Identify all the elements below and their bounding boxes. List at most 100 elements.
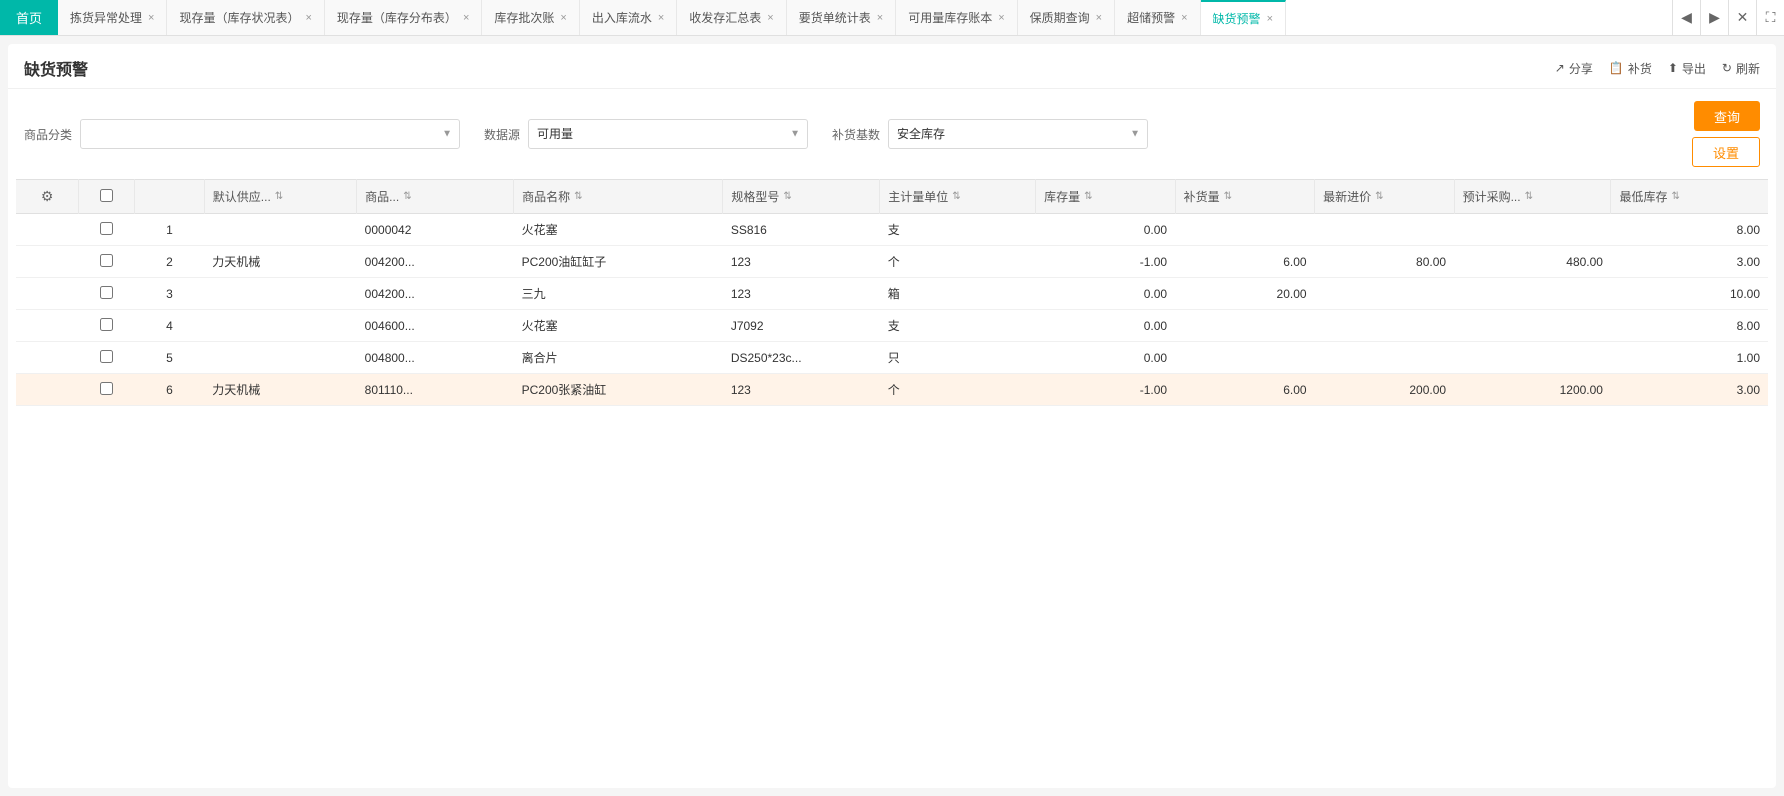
row-checkbox[interactable] <box>100 286 113 299</box>
th-estimated-purchase[interactable]: 预计采购... ⇅ <box>1454 180 1611 214</box>
th-name[interactable]: 商品名称 ⇅ <box>514 180 723 214</box>
close-icon[interactable]: × <box>877 12 883 24</box>
tab-shortage[interactable]: 缺货预警 × <box>1201 0 1286 36</box>
table-body: 1 0000042 火花塞 SS816 支 0.00 8.00 2 力天机械 0… <box>16 214 1768 406</box>
tab-inventory-status[interactable]: 现存量（库存状况表） × <box>167 0 324 36</box>
sort-icon: ⇅ <box>1224 191 1232 202</box>
row-code: 004600... <box>357 310 514 342</box>
row-supplier <box>204 278 356 310</box>
tab-close-all-button[interactable]: ✕ <box>1728 0 1756 36</box>
row-code: 0000042 <box>357 214 514 246</box>
row-unit: 支 <box>880 214 1036 246</box>
row-checkbox[interactable] <box>100 222 113 235</box>
query-button[interactable]: 查询 <box>1694 101 1760 131</box>
row-unit: 个 <box>880 374 1036 406</box>
data-source-select[interactable]: 可用量 库存量 <box>528 119 808 149</box>
tab-shortage-label: 缺货预警 <box>1213 10 1261 27</box>
row-spec: DS250*23c... <box>723 342 880 374</box>
row-check-cell[interactable] <box>79 310 135 342</box>
row-latest-price: 200.00 <box>1315 374 1454 406</box>
th-spec-label: 规格型号 <box>731 188 779 205</box>
th-replenish[interactable]: 补货量 ⇅ <box>1175 180 1314 214</box>
row-settings-cell <box>16 342 79 374</box>
row-min-stock: 8.00 <box>1611 310 1768 342</box>
th-code[interactable]: 商品... ⇅ <box>357 180 514 214</box>
tab-batch[interactable]: 库存批次账 × <box>482 0 579 36</box>
row-check-cell[interactable] <box>79 278 135 310</box>
tab-order-stats[interactable]: 要货单统计表 × <box>787 0 896 36</box>
th-latest-price[interactable]: 最新进价 ⇅ <box>1315 180 1454 214</box>
data-table: ⚙ 默认供应... ⇅ 商品... <box>16 179 1768 406</box>
row-replenish <box>1175 310 1314 342</box>
replenish-action[interactable]: 📋 补货 <box>1609 60 1652 77</box>
tab-inventory-status-label: 现存量（库存状况表） <box>179 9 299 26</box>
product-category-select[interactable] <box>80 119 460 149</box>
tab-fullscreen-button[interactable]: ⛶ <box>1756 0 1784 36</box>
table-row: 3 004200... 三九 123 箱 0.00 20.00 10.00 <box>16 278 1768 310</box>
row-supplier <box>204 342 356 374</box>
check-all-checkbox[interactable] <box>100 189 113 202</box>
row-check-cell[interactable] <box>79 214 135 246</box>
row-name: PC200张紧油缸 <box>514 374 723 406</box>
tab-prev-button[interactable]: ◀ <box>1672 0 1700 36</box>
row-supplier: 力天机械 <box>204 374 356 406</box>
tab-overstock[interactable]: 超储预警 × <box>1115 0 1200 36</box>
row-check-cell[interactable] <box>79 342 135 374</box>
tab-recv-summary-label: 收发存汇总表 <box>689 9 761 26</box>
replenish-base-select[interactable]: 安全库存 最低库存 <box>888 119 1148 149</box>
row-replenish <box>1175 342 1314 374</box>
header-actions: ↗ 分享 📋 补货 ⬆ 导出 ↻ 刷新 <box>1555 60 1760 77</box>
row-checkbox[interactable] <box>100 350 113 363</box>
gear-icon[interactable]: ⚙ <box>41 188 54 204</box>
row-checkbox[interactable] <box>100 382 113 395</box>
th-spec[interactable]: 规格型号 ⇅ <box>723 180 880 214</box>
close-icon[interactable]: × <box>463 12 469 24</box>
close-icon[interactable]: × <box>1096 12 1102 24</box>
row-min-stock: 3.00 <box>1611 374 1768 406</box>
row-stock: 0.00 <box>1036 214 1175 246</box>
th-estimated-purchase-label: 预计采购... <box>1463 188 1521 205</box>
th-unit-label: 主计量单位 <box>888 188 948 205</box>
close-icon[interactable]: × <box>148 12 154 24</box>
row-checkbox[interactable] <box>100 254 113 267</box>
row-estimated-purchase: 1200.00 <box>1454 374 1611 406</box>
row-replenish: 6.00 <box>1175 246 1314 278</box>
row-check-cell[interactable] <box>79 246 135 278</box>
row-checkbox[interactable] <box>100 318 113 331</box>
close-icon[interactable]: × <box>658 12 664 24</box>
row-spec: SS816 <box>723 214 880 246</box>
product-category-filter: 商品分类 <box>24 119 460 149</box>
tab-recv-summary[interactable]: 收发存汇总表 × <box>677 0 786 36</box>
close-icon[interactable]: × <box>1267 13 1273 25</box>
tab-home[interactable]: 首页 <box>0 0 58 36</box>
th-stock[interactable]: 库存量 ⇅ <box>1036 180 1175 214</box>
close-icon[interactable]: × <box>1181 12 1187 24</box>
th-settings[interactable]: ⚙ <box>16 180 79 214</box>
row-spec: 123 <box>723 374 880 406</box>
export-action[interactable]: ⬆ 导出 <box>1668 60 1706 77</box>
th-min-stock[interactable]: 最低库存 ⇅ <box>1611 180 1768 214</box>
row-estimated-purchase <box>1454 278 1611 310</box>
close-icon[interactable]: × <box>560 12 566 24</box>
tab-expiry[interactable]: 保质期查询 × <box>1018 0 1115 36</box>
tab-inout-flow[interactable]: 出入库流水 × <box>580 0 677 36</box>
tab-next-button[interactable]: ▶ <box>1700 0 1728 36</box>
th-supplier[interactable]: 默认供应... ⇅ <box>204 180 356 214</box>
share-action[interactable]: ↗ 分享 <box>1555 60 1593 77</box>
filter-area: 商品分类 数据源 可用量 库存量 补货基数 安全库存 <box>8 89 1776 179</box>
th-unit[interactable]: 主计量单位 ⇅ <box>880 180 1036 214</box>
close-icon[interactable]: × <box>767 12 773 24</box>
row-check-cell[interactable] <box>79 374 135 406</box>
tab-abnormal[interactable]: 拣货异常处理 × <box>58 0 167 36</box>
th-check[interactable] <box>79 180 135 214</box>
replenish-label: 补货 <box>1628 60 1652 77</box>
tab-available-ledger[interactable]: 可用量库存账本 × <box>896 0 1017 36</box>
row-settings-cell <box>16 214 79 246</box>
refresh-action[interactable]: ↻ 刷新 <box>1722 60 1760 77</box>
close-icon[interactable]: × <box>998 12 1004 24</box>
close-icon[interactable]: × <box>305 12 311 24</box>
tab-inventory-dist[interactable]: 现存量（库存分布表） × <box>325 0 482 36</box>
settings-button[interactable]: 设置 <box>1692 137 1760 167</box>
row-settings-cell <box>16 374 79 406</box>
th-replenish-label: 补货量 <box>1184 188 1220 205</box>
